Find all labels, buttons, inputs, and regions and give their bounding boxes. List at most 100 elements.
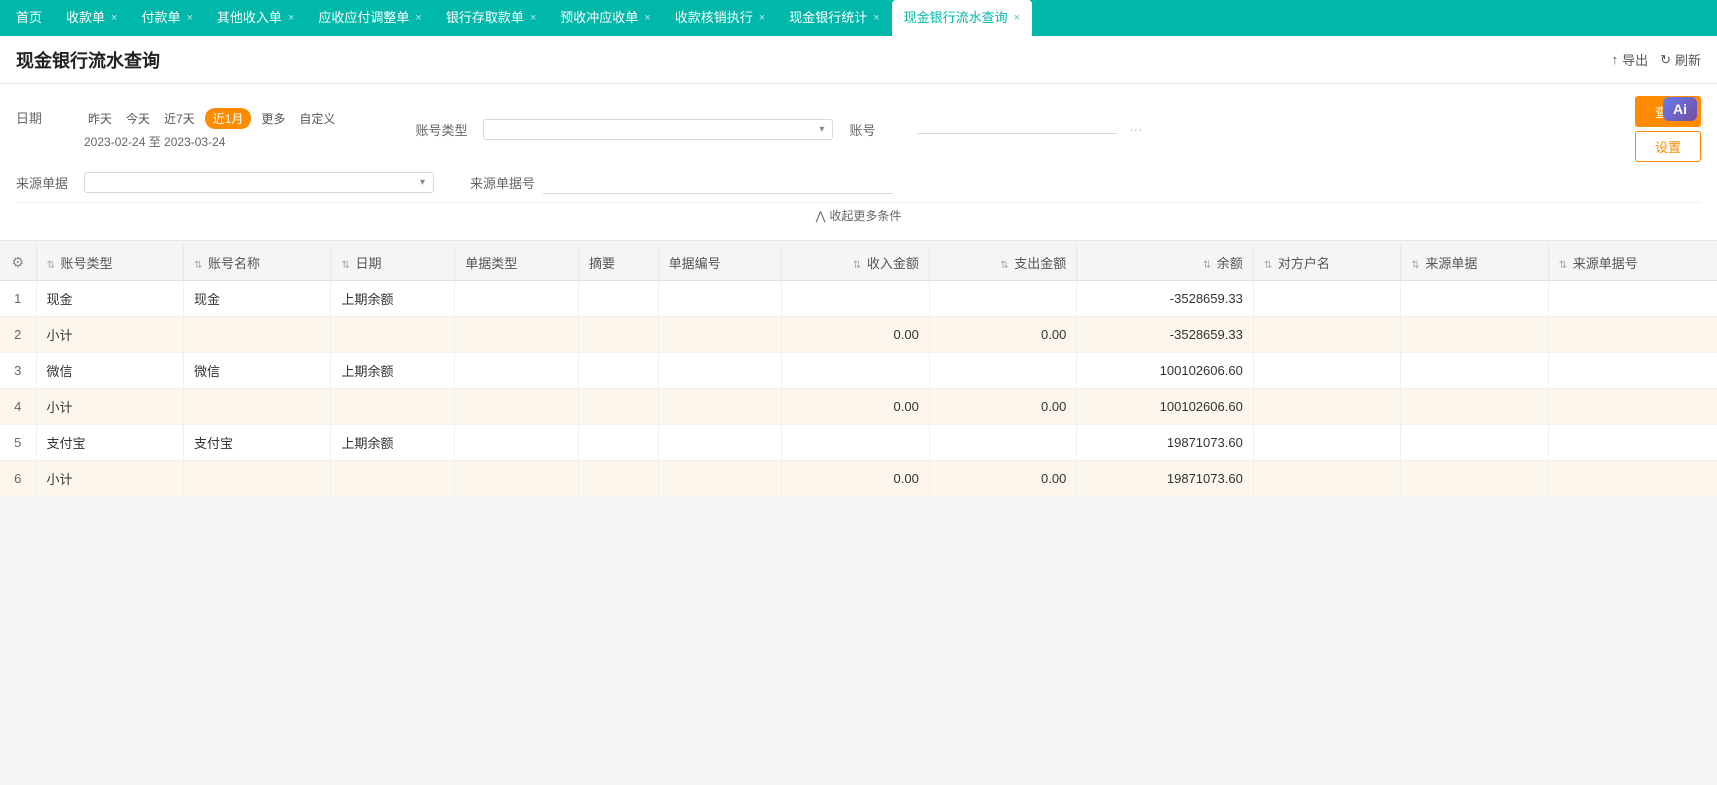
cell-account-type: 小计: [36, 461, 183, 497]
sort-icon[interactable]: ⇅: [194, 260, 202, 271]
sort-icon[interactable]: ⇅: [47, 260, 55, 271]
close-bank-deposit-icon[interactable]: ×: [530, 0, 536, 36]
cell-expense: 0.00: [929, 461, 1076, 497]
cell-counterparty: [1253, 317, 1400, 353]
date-7days[interactable]: 近7天: [160, 108, 199, 129]
cell-date: 上期余额: [331, 281, 455, 317]
cell-source-doc: [1401, 461, 1548, 497]
cell-counterparty: [1253, 353, 1400, 389]
cell-doc-type: [455, 317, 579, 353]
source-doc-select[interactable]: ▾: [84, 172, 434, 193]
date-yesterday[interactable]: 昨天: [84, 108, 116, 129]
cell-date: 上期余额: [331, 353, 455, 389]
cell-summary: [578, 317, 658, 353]
sort-icon[interactable]: ⇅: [853, 260, 861, 271]
close-bank-stats-icon[interactable]: ×: [873, 0, 879, 36]
account-type-select[interactable]: ▾: [483, 119, 833, 140]
date-more[interactable]: 更多: [257, 108, 289, 129]
settings-button[interactable]: 设置: [1635, 131, 1701, 162]
close-bank-flow-icon[interactable]: ×: [1014, 0, 1020, 36]
cell-counterparty: [1253, 281, 1400, 317]
sort-icon[interactable]: ⇅: [1000, 260, 1008, 271]
cell-balance: -3528659.33: [1077, 281, 1254, 317]
col-date: ⇅ 日期: [331, 245, 455, 281]
date-custom[interactable]: 自定义: [295, 108, 339, 129]
nav-other-income[interactable]: 其他收入单 ×: [205, 0, 306, 36]
cell-balance: 19871073.60: [1077, 461, 1254, 497]
sort-icon[interactable]: ⇅: [1559, 260, 1567, 271]
nav-receipt[interactable]: 收款单 ×: [54, 0, 129, 36]
table-row: 2小计0.000.00-3528659.33: [0, 317, 1717, 353]
data-table-container: ⚙ ⇅ 账号类型 ⇅ 账号名称 ⇅ 日期 单据类型 摘要: [0, 245, 1717, 497]
nav-bank-stats[interactable]: 现金银行统计 ×: [777, 0, 891, 36]
date-today[interactable]: 今天: [122, 108, 154, 129]
cell-account-type: 微信: [36, 353, 183, 389]
cell-source-doc: [1401, 317, 1548, 353]
cell-balance: -3528659.33: [1077, 317, 1254, 353]
row-number: 2: [0, 317, 36, 353]
cell-source-doc-num: [1548, 389, 1717, 425]
close-other-income-icon[interactable]: ×: [288, 0, 294, 36]
cell-summary: [578, 281, 658, 317]
row-number: 3: [0, 353, 36, 389]
account-input[interactable]: [917, 125, 1117, 134]
col-doc-num: 单据编号: [658, 245, 782, 281]
ai-badge[interactable]: Ai: [1663, 97, 1697, 121]
col-summary: 摘要: [578, 245, 658, 281]
cell-doc-type: [455, 425, 579, 461]
nav-advance[interactable]: 预收冲应收单 ×: [548, 0, 662, 36]
nav-home[interactable]: 首页: [4, 0, 54, 36]
nav-bank-deposit[interactable]: 银行存取款单 ×: [434, 0, 548, 36]
refresh-button[interactable]: ↻ 刷新: [1660, 50, 1701, 69]
close-collection-icon[interactable]: ×: [759, 0, 765, 36]
cell-source-doc-num: [1548, 317, 1717, 353]
close-payment-icon[interactable]: ×: [186, 0, 192, 36]
close-advance-icon[interactable]: ×: [644, 0, 650, 36]
cell-income: 0.00: [782, 317, 929, 353]
sort-icon[interactable]: ⇅: [341, 260, 349, 271]
close-receipt-icon[interactable]: ×: [111, 0, 117, 36]
col-counterparty: ⇅ 对方户名: [1253, 245, 1400, 281]
sort-icon[interactable]: ⇅: [1411, 260, 1419, 271]
col-doc-type: 单据类型: [455, 245, 579, 281]
dots-icon[interactable]: ···: [1129, 122, 1142, 137]
table-body: 1现金现金上期余额-3528659.332小计0.000.00-3528659.…: [0, 281, 1717, 497]
filter-row-source: 来源单据 ▾ 来源单据号: [16, 170, 1701, 194]
cell-counterparty: [1253, 461, 1400, 497]
gear-icon[interactable]: ⚙: [11, 254, 24, 270]
cell-source-doc: [1401, 281, 1548, 317]
sort-icon[interactable]: ⇅: [1203, 260, 1211, 271]
cell-date: [331, 317, 455, 353]
cell-doc-num: [658, 353, 782, 389]
table-row: 6小计0.000.0019871073.60: [0, 461, 1717, 497]
nav-payment[interactable]: 付款单 ×: [129, 0, 204, 36]
cell-account-type: 小计: [36, 317, 183, 353]
source-doc-label: 来源单据: [16, 173, 76, 192]
cell-doc-type: [455, 281, 579, 317]
nav-bank-flow[interactable]: 现金银行流水查询 ×: [892, 0, 1032, 36]
source-doc-num-input[interactable]: [543, 170, 893, 194]
collapse-button[interactable]: ⋀ 收起更多条件: [16, 202, 1701, 228]
cell-date: 上期余额: [331, 425, 455, 461]
cell-doc-type: [455, 461, 579, 497]
cell-summary: [578, 425, 658, 461]
cell-account-type: 现金: [36, 281, 183, 317]
cell-doc-num: [658, 317, 782, 353]
nav-collection[interactable]: 收款核销执行 ×: [663, 0, 777, 36]
cell-expense: [929, 425, 1076, 461]
cell-expense: [929, 353, 1076, 389]
nav-adjustment[interactable]: 应收应付调整单 ×: [306, 0, 433, 36]
cell-balance: 100102606.60: [1077, 389, 1254, 425]
cell-source-doc: [1401, 353, 1548, 389]
date-1month[interactable]: 近1月: [205, 108, 252, 129]
col-account-type: ⇅ 账号类型: [36, 245, 183, 281]
date-shortcuts-group: 昨天 今天 近7天 近1月 更多 自定义 2023-02-24 至 2023-0…: [84, 108, 339, 150]
cell-account-type: 支付宝: [36, 425, 183, 461]
export-button[interactable]: ↑ 导出: [1612, 50, 1649, 69]
table-row: 1现金现金上期余额-3528659.33: [0, 281, 1717, 317]
cell-source-doc-num: [1548, 353, 1717, 389]
sort-icon[interactable]: ⇅: [1264, 260, 1272, 271]
cell-income: [782, 281, 929, 317]
close-adjustment-icon[interactable]: ×: [415, 0, 421, 36]
col-source-doc-num: ⇅ 来源单据号: [1548, 245, 1717, 281]
